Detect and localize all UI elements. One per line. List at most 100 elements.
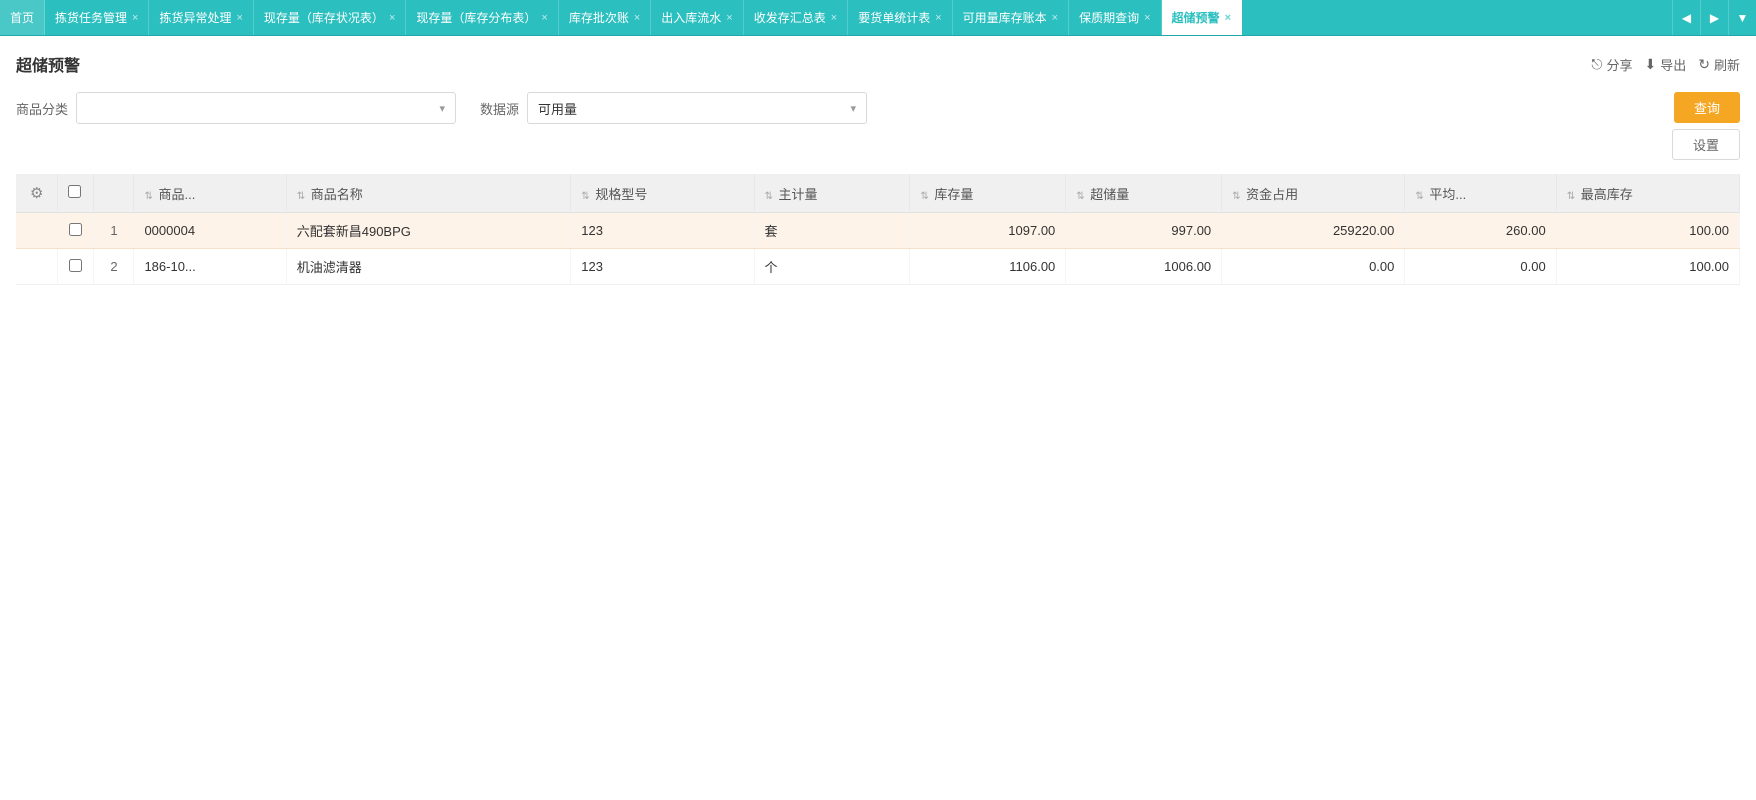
datasource-value: 可用量 [538, 99, 577, 118]
row-spec: 123 [571, 249, 754, 285]
th-capital[interactable]: ⇅ 资金占用 [1222, 174, 1405, 213]
sort-icon: ⇅ [1076, 191, 1084, 202]
datasource-label: 数据源 [480, 99, 519, 118]
close-icon[interactable]: × [726, 12, 732, 24]
row-checkbox[interactable] [69, 259, 82, 272]
close-icon[interactable]: × [831, 12, 837, 24]
export-button[interactable]: ⬇ 导出 [1645, 55, 1687, 74]
nav-tab-picking-task[interactable]: 拣货任务管理 × [45, 0, 149, 36]
row-code: 186-10... [134, 249, 286, 285]
nav-tab-inout-flow[interactable]: 出入库流水 × [651, 0, 743, 36]
row-index: 2 [94, 249, 134, 285]
th-checkbox [58, 174, 94, 213]
table-row: 2 186-10... 机油滤清器 123 个 1106.00 1006.00 … [16, 249, 1740, 285]
table-header-row: ⚙ ⇅ 商品... ⇅ 商品名称 ⇅ 规格型号 ⇅ [16, 174, 1740, 213]
row-stock: 1106.00 [910, 249, 1066, 285]
datasource-filter: 数据源 可用量 ▾ [480, 92, 867, 124]
datasource-select[interactable]: 可用量 ▾ [527, 92, 867, 124]
row-max-stock: 100.00 [1556, 213, 1739, 249]
category-label: 商品分类 [16, 99, 68, 118]
th-index [94, 174, 134, 213]
refresh-button[interactable]: ↻ 刷新 [1698, 55, 1740, 74]
nav-prev-button[interactable]: ◀ [1672, 0, 1700, 36]
close-icon[interactable]: × [389, 12, 395, 24]
th-overstock[interactable]: ⇅ 超储量 [1066, 174, 1222, 213]
th-settings: ⚙ [16, 174, 58, 213]
data-table: ⚙ ⇅ 商品... ⇅ 商品名称 ⇅ 规格型号 ⇅ [16, 174, 1740, 285]
page-header: 超储预警 ⎋ 分享 ⬇ 导出 ↻ 刷新 [16, 52, 1740, 76]
nav-tab-home[interactable]: 首页 [0, 0, 45, 36]
nav-tab-summary[interactable]: 收发存汇总表 × [744, 0, 848, 36]
close-icon[interactable]: × [132, 12, 138, 24]
row-code: 0000004 [134, 213, 286, 249]
row-avg: 0.00 [1405, 249, 1556, 285]
nav-more-button[interactable]: ▼ [1728, 0, 1756, 36]
chevron-down-icon: ▾ [851, 102, 857, 115]
close-icon[interactable]: × [1144, 12, 1150, 24]
sort-icon: ⇅ [581, 191, 589, 202]
header-actions: ⎋ 分享 ⬇ 导出 ↻ 刷新 [1591, 55, 1740, 74]
page-title: 超储预警 [16, 52, 80, 76]
row-name: 六配套新昌490BPG [286, 213, 571, 249]
table-row: 1 0000004 六配套新昌490BPG 123 套 1097.00 997.… [16, 213, 1740, 249]
row-avg: 260.00 [1405, 213, 1556, 249]
th-avg[interactable]: ⇅ 平均... [1405, 174, 1556, 213]
nav-next-button[interactable]: ▶ [1700, 0, 1728, 36]
close-icon[interactable]: × [935, 12, 941, 24]
nav-tab-picking-exception[interactable]: 拣货异常处理 × [149, 0, 253, 36]
th-max-stock[interactable]: ⇅ 最高库存 [1556, 174, 1739, 213]
column-settings-button[interactable]: ⚙ [26, 182, 47, 204]
table-body: 1 0000004 六配套新昌490BPG 123 套 1097.00 997.… [16, 213, 1740, 285]
row-unit: 套 [754, 213, 910, 249]
sort-icon: ⇅ [1567, 191, 1575, 202]
th-name[interactable]: ⇅ 商品名称 [286, 174, 571, 213]
close-icon[interactable]: × [541, 12, 547, 24]
nav-tab-requisition[interactable]: 要货单统计表 × [848, 0, 952, 36]
row-stock: 1097.00 [910, 213, 1066, 249]
row-checkbox-cell [58, 213, 94, 249]
settings-button[interactable]: 设置 [1672, 129, 1740, 160]
th-code[interactable]: ⇅ 商品... [134, 174, 286, 213]
row-index: 1 [94, 213, 134, 249]
row-checkbox[interactable] [69, 223, 82, 236]
page-content: 超储预警 ⎋ 分享 ⬇ 导出 ↻ 刷新 商品分类 ▾ [0, 36, 1756, 800]
th-stock[interactable]: ⇅ 库存量 [910, 174, 1066, 213]
sort-icon: ⇅ [765, 191, 773, 202]
nav-tab-stock-dist[interactable]: 现存量（库存分布表） × [406, 0, 558, 36]
row-settings-cell [16, 213, 58, 249]
nav-arrows: ◀ ▶ ▼ [1672, 0, 1756, 36]
close-icon[interactable]: × [1052, 12, 1058, 24]
query-button[interactable]: 查询 [1674, 92, 1740, 123]
close-icon[interactable]: × [236, 12, 242, 24]
category-select[interactable]: ▾ [76, 92, 456, 124]
row-max-stock: 100.00 [1556, 249, 1739, 285]
sort-icon: ⇅ [297, 191, 305, 202]
filter-actions: 查询 设置 [1672, 92, 1740, 160]
export-icon: ⬇ [1645, 56, 1657, 73]
share-icon: ⎋ [1591, 56, 1602, 73]
row-overstock: 1006.00 [1066, 249, 1222, 285]
close-icon[interactable]: × [634, 12, 640, 24]
category-filter: 商品分类 ▾ [16, 92, 456, 124]
top-navigation: 首页 拣货任务管理 × 拣货异常处理 × 现存量（库存状况表） × 现存量（库存… [0, 0, 1756, 36]
sort-icon: ⇅ [1415, 191, 1423, 202]
th-spec[interactable]: ⇅ 规格型号 [571, 174, 754, 213]
nav-tab-quality-period[interactable]: 保质期查询 × [1069, 0, 1161, 36]
sort-icon: ⇅ [920, 191, 928, 202]
share-button[interactable]: ⎋ 分享 [1591, 55, 1632, 74]
nav-tab-batch-ledger[interactable]: 库存批次账 × [559, 0, 651, 36]
row-spec: 123 [571, 213, 754, 249]
nav-tab-available-ledger[interactable]: 可用量库存账本 × [953, 0, 1069, 36]
row-checkbox-cell [58, 249, 94, 285]
sort-icon: ⇅ [1232, 191, 1240, 202]
row-settings-cell [16, 249, 58, 285]
th-unit[interactable]: ⇅ 主计量 [754, 174, 910, 213]
nav-tab-overstock-warning[interactable]: 超储预警 × [1162, 0, 1242, 36]
select-all-checkbox[interactable] [68, 185, 81, 198]
chevron-down-icon: ▾ [439, 102, 445, 115]
refresh-icon: ↻ [1698, 56, 1710, 73]
row-capital: 0.00 [1222, 249, 1405, 285]
row-name: 机油滤清器 [286, 249, 571, 285]
close-icon[interactable]: × [1225, 12, 1231, 24]
nav-tab-stock-status[interactable]: 现存量（库存状况表） × [254, 0, 406, 36]
